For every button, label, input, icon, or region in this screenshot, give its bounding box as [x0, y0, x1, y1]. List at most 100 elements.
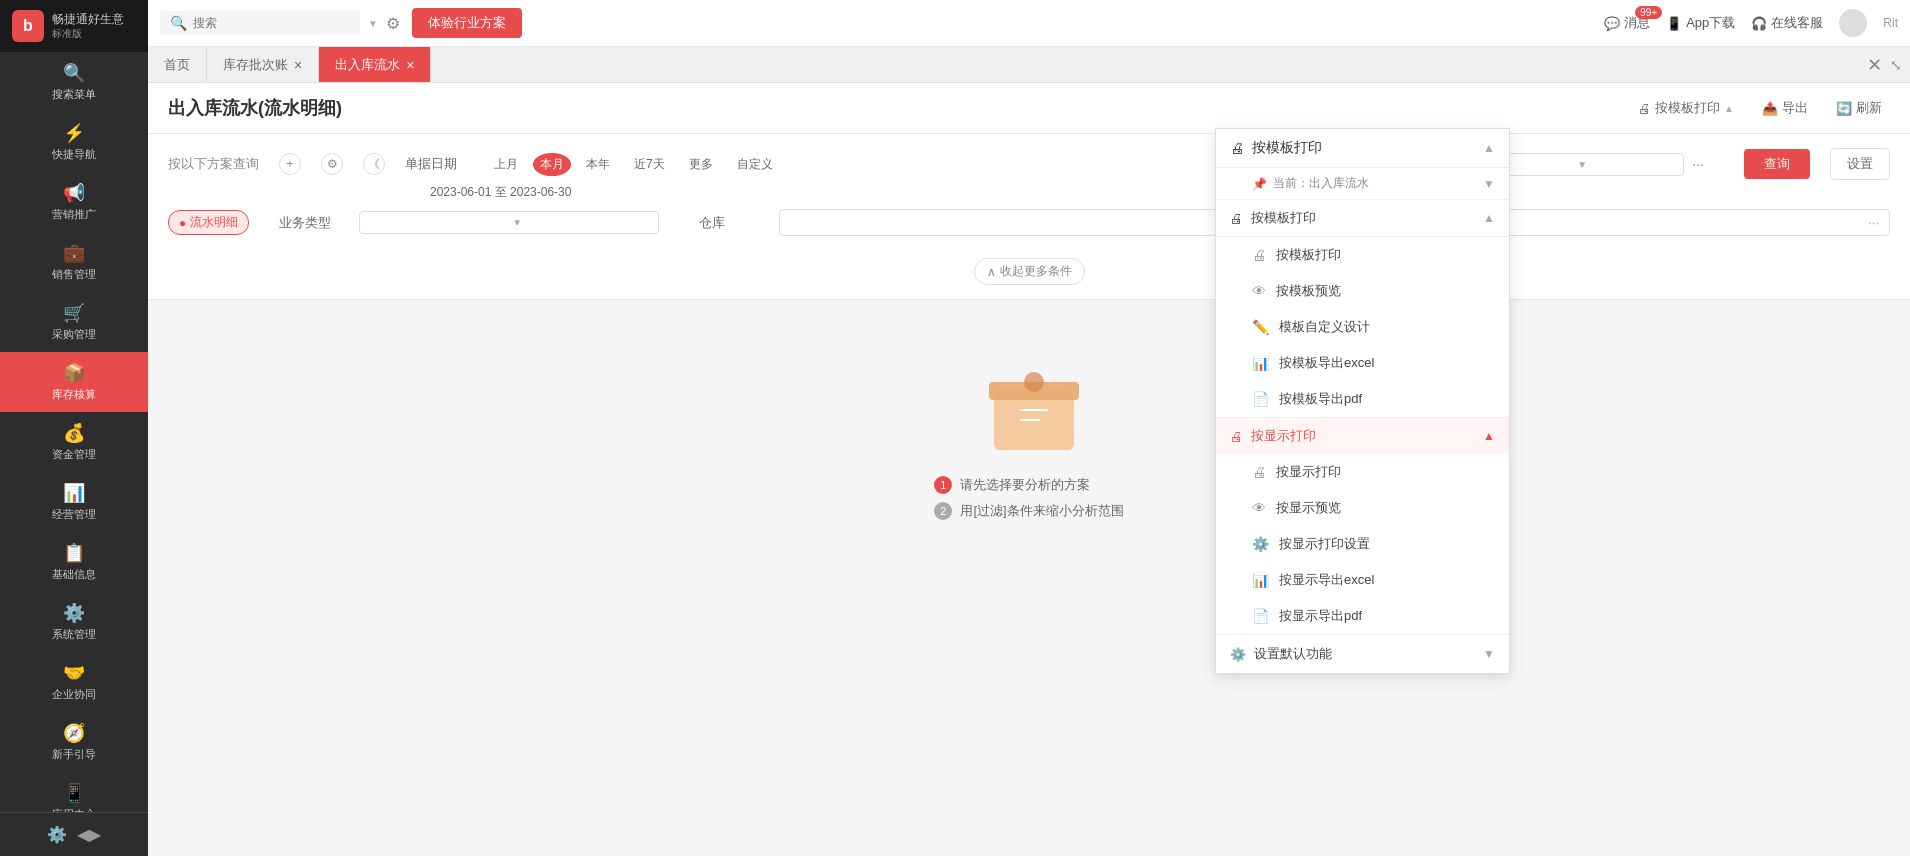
- biz-type-arrow: ▼: [512, 217, 648, 228]
- filter-collapse-btn[interactable]: 《: [363, 153, 385, 175]
- print-icon: 🖨: [1638, 101, 1651, 116]
- tab-flow-close[interactable]: ×: [406, 57, 414, 73]
- filter-row-1: 按以下方案查询 + ⚙ 《 单据日期 上月 本月 本年 近7天 更多 自定义: [168, 148, 1890, 180]
- online-service-btn[interactable]: 🎧 在线客服: [1751, 14, 1823, 32]
- dropdown-template-print[interactable]: 🖨 按模板打印: [1216, 237, 1509, 273]
- dropdown-display-pdf[interactable]: 📄 按显示导出pdf: [1216, 598, 1509, 634]
- display-section-icon: 🖨: [1230, 429, 1243, 444]
- dropdown-display-excel[interactable]: 📊 按显示导出excel: [1216, 562, 1509, 598]
- sidebar-nav: 🔍 搜索菜单 ⚡ 快捷导航 📢 营销推广 💼 销售管理 🛒 采购管理 📦: [0, 52, 148, 812]
- app-download-icon: 📱: [1666, 16, 1682, 31]
- filter-chip[interactable]: ● 流水明细: [168, 210, 249, 235]
- date-btn-more[interactable]: 更多: [680, 153, 722, 176]
- dropdown-display-preview[interactable]: 👁 按显示预览: [1216, 490, 1509, 526]
- sidebar-item-search[interactable]: 🔍 搜索菜单: [0, 52, 148, 112]
- dropdown-template-pdf[interactable]: 📄 按模板导出pdf: [1216, 381, 1509, 417]
- date-buttons: 上月 本月 本年 近7天 更多 自定义: [485, 153, 782, 176]
- marketing-icon: 📢: [63, 182, 85, 204]
- refresh-btn[interactable]: 🔄 刷新: [1828, 95, 1890, 121]
- panel-close-btn[interactable]: ✕: [1867, 54, 1882, 76]
- date-btn-this-month[interactable]: 本月: [533, 153, 571, 176]
- sidebar-item-app-center[interactable]: 📱 应用中心: [0, 772, 148, 812]
- svg-point-2: [1024, 372, 1044, 392]
- template-print-section-header[interactable]: 🖨 按模板打印 ▲: [1216, 200, 1509, 237]
- empty-step-2: 2 用[过滤]条件来缩小分析范围: [934, 502, 1123, 520]
- cooperation-icon: 🤝: [63, 662, 85, 684]
- set-default-btn[interactable]: ⚙️ 设置默认功能 ▼: [1216, 635, 1509, 673]
- template-section-arrow: ▲: [1483, 211, 1495, 225]
- collapse-sidebar-icon[interactable]: ◀▶: [77, 825, 101, 844]
- sidebar-item-guide[interactable]: 🧭 新手引导: [0, 712, 148, 772]
- dropdown-display-print[interactable]: 🖨 按显示打印: [1216, 454, 1509, 490]
- filter-label-prefix: 按以下方案查询: [168, 155, 259, 173]
- search-dropdown-arrow[interactable]: ▼: [368, 18, 378, 29]
- print-btn[interactable]: 🖨 按模板打印 ▲: [1630, 95, 1742, 121]
- set-btn[interactable]: 设置: [1830, 148, 1890, 180]
- tab-batch-account-label: 库存批次账: [223, 56, 288, 74]
- search-input[interactable]: [193, 16, 333, 30]
- step-1-text: 请先选择要分析的方案: [960, 476, 1090, 494]
- date-filter-label: 单据日期: [405, 155, 465, 173]
- sidebar-item-sales[interactable]: 💼 销售管理: [0, 232, 148, 292]
- template-preview-icon: 👁: [1252, 283, 1266, 299]
- display-print-label: 按显示打印: [1276, 463, 1341, 481]
- ticket-type-more[interactable]: ···: [1692, 156, 1704, 172]
- template-preview-label: 按模板预览: [1276, 282, 1341, 300]
- dropdown-header-right: ▲: [1483, 141, 1495, 155]
- trial-btn[interactable]: 体验行业方案: [412, 8, 522, 38]
- settings-footer-icon[interactable]: ⚙️: [47, 825, 67, 844]
- main-area: 🔍 ▼ ⚙ 体验行业方案 💬 消息 99+ 📱 App下载 🎧 在线客服: [148, 0, 1910, 856]
- template-print-icon: 🖨: [1252, 247, 1266, 263]
- export-btn[interactable]: 📤 导出: [1754, 95, 1816, 121]
- sidebar-label-basic: 基础信息: [52, 567, 96, 582]
- date-btn-last-month[interactable]: 上月: [485, 153, 527, 176]
- sidebar-item-system[interactable]: ⚙️ 系统管理: [0, 592, 148, 652]
- display-section-label: 按显示打印: [1251, 427, 1316, 445]
- app-download-btn[interactable]: 📱 App下载: [1666, 14, 1735, 32]
- set-default-icon: ⚙️: [1230, 647, 1246, 662]
- collapse-more-btn[interactable]: ∧ 收起更多条件: [974, 258, 1085, 285]
- sidebar-item-marketing[interactable]: 📢 营销推广: [0, 172, 148, 232]
- query-btn[interactable]: 查询: [1744, 149, 1810, 179]
- filter-area: 按以下方案查询 + ⚙ 《 单据日期 上月 本月 本年 近7天 更多 自定义: [148, 134, 1910, 300]
- sidebar-label-operation: 经营管理: [52, 507, 96, 522]
- collapse-icon: ∧: [987, 265, 996, 279]
- warehouse-more-icon: ···: [1868, 215, 1879, 230]
- dropdown-template-preview[interactable]: 👁 按模板预览: [1216, 273, 1509, 309]
- empty-step-1: 1 请先选择要分析的方案: [934, 476, 1123, 494]
- dropdown-display-print-settings[interactable]: ⚙️ 按显示打印设置: [1216, 526, 1509, 562]
- tab-flow[interactable]: 出入库流水 ×: [319, 47, 431, 82]
- username-label: Rit: [1883, 16, 1898, 30]
- date-btn-7days[interactable]: 近7天: [625, 153, 674, 176]
- dropdown-collapse-arrow[interactable]: ▲: [1483, 141, 1495, 155]
- tab-batch-account-close[interactable]: ×: [294, 57, 302, 73]
- filter-chip-icon: ●: [179, 216, 186, 230]
- topbar-search-box[interactable]: 🔍: [160, 11, 360, 35]
- sidebar-item-cooperation[interactable]: 🤝 企业协同: [0, 652, 148, 712]
- date-btn-this-year[interactable]: 本年: [577, 153, 619, 176]
- empty-state: 1 请先选择要分析的方案 2 用[过滤]条件来缩小分析范围: [148, 300, 1910, 580]
- sidebar-label-marketing: 营销推广: [52, 207, 96, 222]
- sidebar-item-purchase[interactable]: 🛒 采购管理: [0, 292, 148, 352]
- sidebar-item-finance[interactable]: 💰 资金管理: [0, 412, 148, 472]
- message-btn[interactable]: 💬 消息 99+: [1604, 14, 1650, 32]
- dropdown-template-design[interactable]: ✏️ 模板自定义设计: [1216, 309, 1509, 345]
- sidebar-label-purchase: 采购管理: [52, 327, 96, 342]
- sidebar-item-operation[interactable]: 📊 经营管理: [0, 472, 148, 532]
- sidebar-item-quick-nav[interactable]: ⚡ 快捷导航: [0, 112, 148, 172]
- tab-home[interactable]: 首页: [148, 47, 207, 82]
- dropdown-template-excel[interactable]: 📊 按模板导出excel: [1216, 345, 1509, 381]
- topbar-gear-icon[interactable]: ⚙: [386, 14, 400, 33]
- biz-type-select[interactable]: ▼: [359, 211, 659, 234]
- maximize-icon[interactable]: ⤡: [1890, 57, 1902, 73]
- filter-add-btn[interactable]: +: [279, 153, 301, 175]
- date-btn-custom[interactable]: 自定义: [728, 153, 782, 176]
- filter-settings-btn[interactable]: ⚙: [321, 153, 343, 175]
- system-icon: ⚙️: [63, 602, 85, 624]
- sidebar-item-basic[interactable]: 📋 基础信息: [0, 532, 148, 592]
- sidebar-item-inventory[interactable]: 📦 库存核算: [0, 352, 148, 412]
- tab-batch-account[interactable]: 库存批次账 ×: [207, 47, 319, 82]
- sidebar-label-finance: 资金管理: [52, 447, 96, 462]
- display-print-section-header[interactable]: 🖨 按显示打印 ▲: [1216, 417, 1509, 454]
- user-avatar[interactable]: [1839, 9, 1867, 37]
